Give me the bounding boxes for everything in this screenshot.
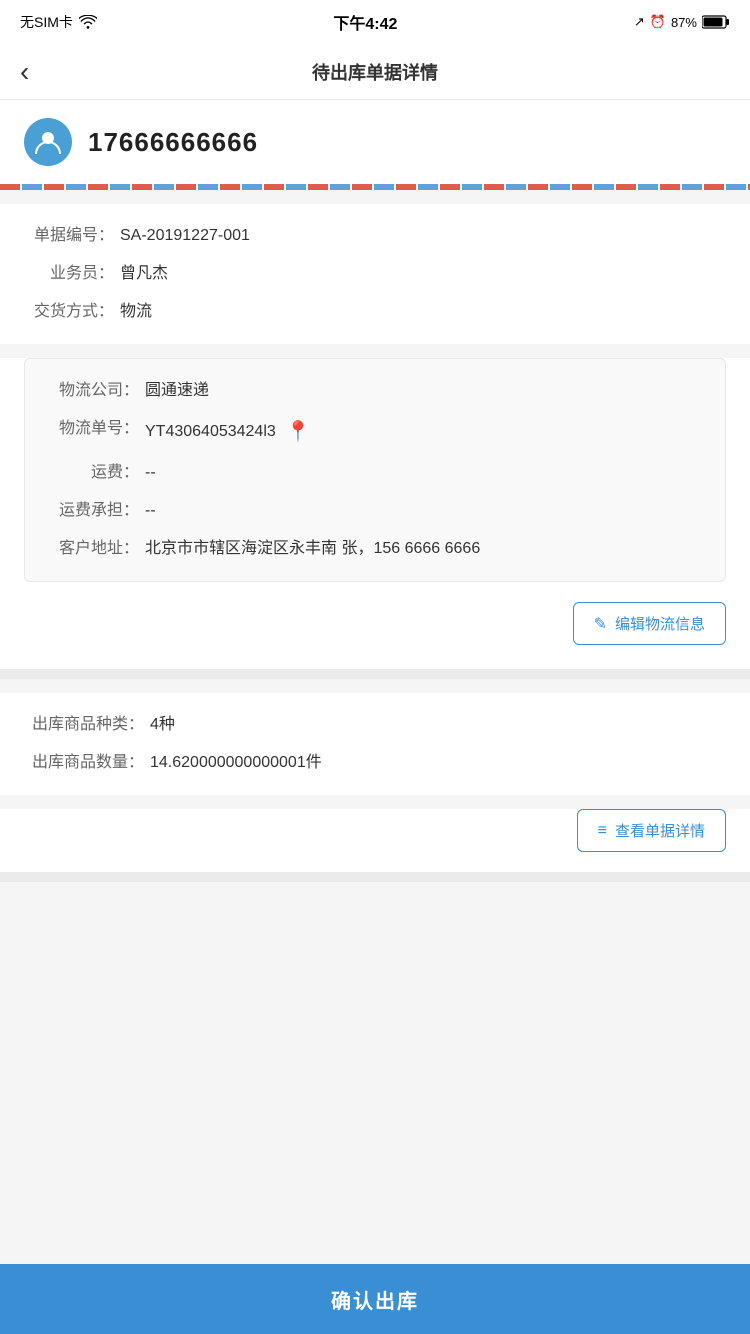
address-label: 客户地址： xyxy=(49,537,139,561)
edit-btn-row: ✎ 编辑物流信息 xyxy=(24,596,726,655)
goods-type-row: 出库商品种类： 4种 xyxy=(24,713,726,737)
edit-logistics-label: 编辑物流信息 xyxy=(615,613,705,634)
back-button[interactable]: ‹ xyxy=(20,56,29,88)
salesman-label: 业务员： xyxy=(24,262,114,286)
edit-icon: ✎ xyxy=(594,614,607,634)
goods-quantity-value: 14.620000000000001件 xyxy=(150,751,726,775)
alarm-icon: ⏰ xyxy=(650,14,666,30)
tracking-location-icon[interactable]: 📍 xyxy=(286,417,311,447)
view-icon: ≡ xyxy=(598,822,607,840)
address-row: 客户地址： 北京市市辖区海淀区永丰南 张，156 6666 6666 xyxy=(49,537,701,561)
logistics-tracking-row: 物流单号： YT43064053424l3 📍 xyxy=(49,417,701,447)
salesman-value: 曾凡杰 xyxy=(120,262,726,286)
avatar xyxy=(24,118,72,166)
customer-phone: 17666666666 xyxy=(88,127,258,158)
customer-header: 17666666666 xyxy=(0,100,750,184)
status-left: 无SIM卡 xyxy=(20,12,97,32)
order-info-section: 单据编号： SA-20191227-001 业务员： 曾凡杰 交货方式： 物流 xyxy=(0,204,750,344)
freight-bearer-value: -- xyxy=(145,499,701,523)
delivery-method-value: 物流 xyxy=(120,300,726,324)
order-number-value: SA-20191227-001 xyxy=(120,224,726,248)
status-bar: 无SIM卡 下午4:42 ↗ ⏰ 87% xyxy=(0,0,750,44)
logistics-tracking-value: YT43064053424l3 xyxy=(145,420,276,444)
battery-icon xyxy=(702,15,730,29)
goods-type-value: 4种 xyxy=(150,713,726,737)
view-btn-row: ≡ 查看单据详情 xyxy=(0,809,750,872)
edit-logistics-button[interactable]: ✎ 编辑物流信息 xyxy=(573,602,726,645)
order-number-label: 单据编号： xyxy=(24,224,114,248)
salesman-row: 业务员： 曾凡杰 xyxy=(24,262,726,286)
status-time: 下午4:42 xyxy=(333,10,397,34)
freight-bearer-row: 运费承担： -- xyxy=(49,499,701,523)
goods-quantity-label: 出库商品数量： xyxy=(24,751,144,775)
goods-section: 出库商品种类： 4种 出库商品数量： 14.620000000000001件 xyxy=(0,693,750,795)
dashed-divider xyxy=(0,184,750,190)
view-details-label: 查看单据详情 xyxy=(615,820,705,841)
delivery-method-row: 交货方式： 物流 xyxy=(24,300,726,324)
freight-label: 运费： xyxy=(49,461,139,485)
status-right: ↗ ⏰ 87% xyxy=(634,14,730,30)
logistics-company-row: 物流公司： 圆通速递 xyxy=(49,379,701,403)
goods-type-label: 出库商品种类： xyxy=(24,713,144,737)
nav-bar: ‹ 待出库单据详情 xyxy=(0,44,750,100)
logistics-company-label: 物流公司： xyxy=(49,379,139,403)
freight-bearer-label: 运费承担： xyxy=(49,499,139,523)
gray-separator-1 xyxy=(0,669,750,679)
logistics-tracking-value-container: YT43064053424l3 📍 xyxy=(145,417,701,447)
page-title: 待出库单据详情 xyxy=(312,59,438,85)
goods-quantity-row: 出库商品数量： 14.620000000000001件 xyxy=(24,751,726,775)
freight-row: 运费： -- xyxy=(49,461,701,485)
logistics-card: 物流公司： 圆通速递 物流单号： YT43064053424l3 📍 运费： -… xyxy=(24,358,726,582)
wifi-icon xyxy=(79,15,97,29)
confirm-button[interactable]: 确认出库 xyxy=(0,1264,750,1334)
view-details-button[interactable]: ≡ 查看单据详情 xyxy=(577,809,726,852)
no-sim-text: 无SIM卡 xyxy=(20,12,73,32)
logistics-tracking-label: 物流单号： xyxy=(49,417,139,441)
gray-separator-2 xyxy=(0,872,750,882)
delivery-method-label: 交货方式： xyxy=(24,300,114,324)
location-status-icon: ↗ xyxy=(634,14,645,30)
logistics-section: 物流公司： 圆通速递 物流单号： YT43064053424l3 📍 运费： -… xyxy=(0,358,750,669)
logistics-company-value: 圆通速递 xyxy=(145,379,701,403)
confirm-button-label: 确认出库 xyxy=(331,1285,419,1314)
address-value: 北京市市辖区海淀区永丰南 张，156 6666 6666 xyxy=(145,537,701,561)
battery-text: 87% xyxy=(671,15,697,30)
bottom-spacer xyxy=(0,882,750,1002)
freight-value: -- xyxy=(145,461,701,485)
order-number-row: 单据编号： SA-20191227-001 xyxy=(24,224,726,248)
